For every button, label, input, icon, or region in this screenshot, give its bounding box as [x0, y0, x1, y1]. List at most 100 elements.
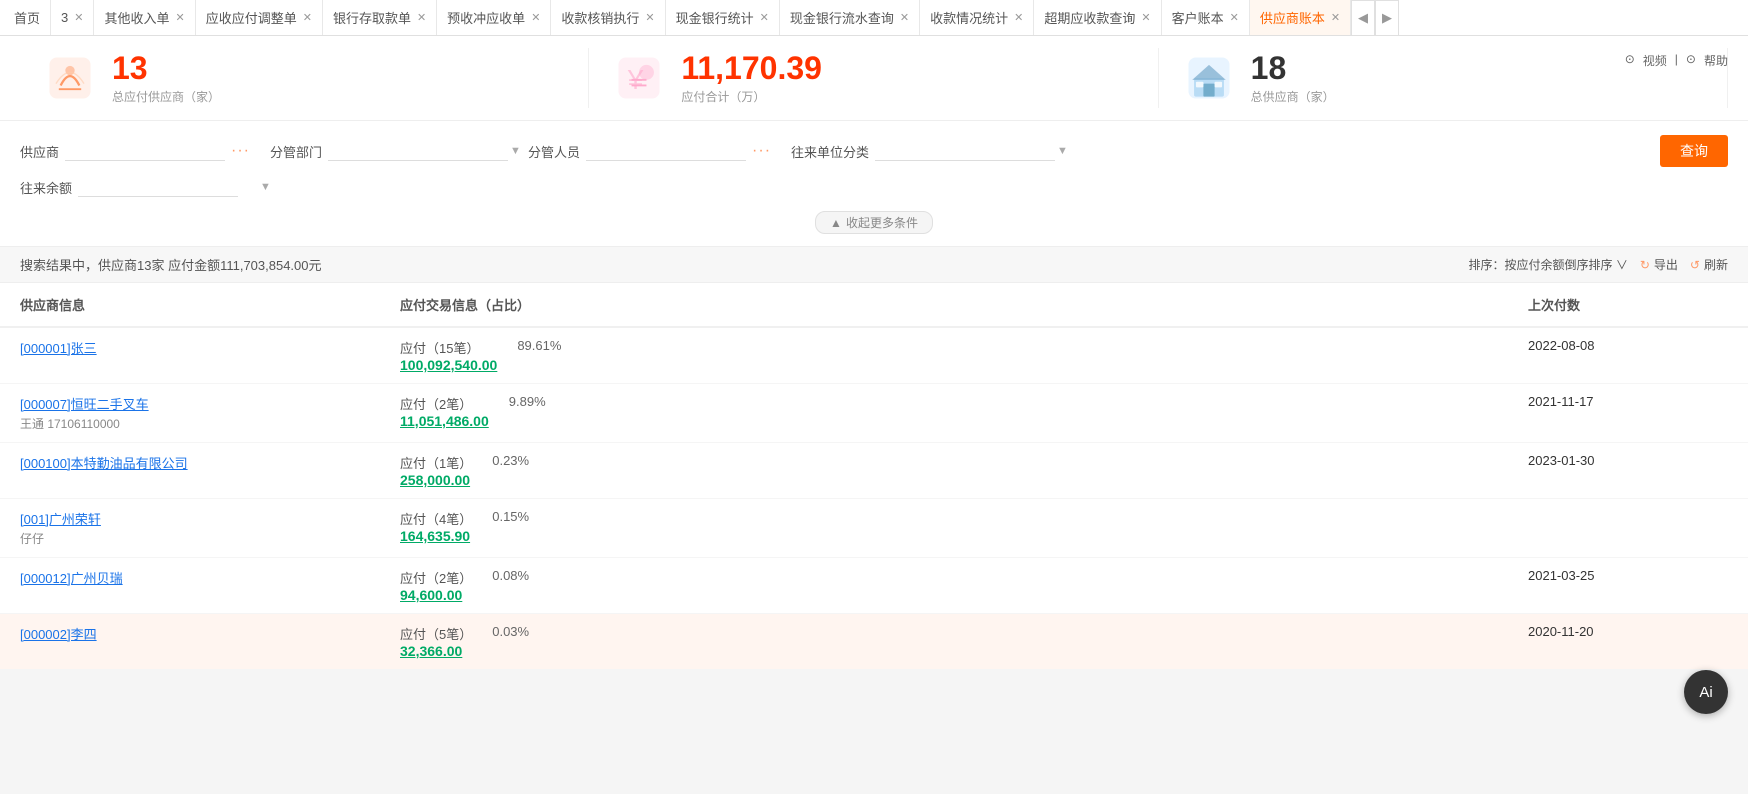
supplier-dots-btn[interactable]: ··· — [231, 142, 250, 160]
trans-type: 应付（5笔） — [400, 624, 472, 643]
nav-tab-cash-bank-query[interactable]: 现金银行流水查询 ✕ — [780, 0, 920, 36]
trans-type: 应付（15笔） — [400, 338, 497, 357]
category-dropdown-arrow: ▼ — [1057, 145, 1068, 157]
trans-percent: 0.23% — [492, 453, 529, 468]
data-table-container: 供应商信息 应付交易信息（占比） 上次付数 [000001]张三 应付（15笔）… — [0, 283, 1748, 670]
supplier-link[interactable]: [000007]恒旺二手叉车 — [20, 397, 149, 412]
supplier-link[interactable]: [001]广州荣轩 — [20, 512, 101, 527]
nav-tab-supplier-ledger[interactable]: 供应商账本 ✕ — [1250, 0, 1351, 36]
close-bank-deposit[interactable]: ✕ — [417, 11, 426, 24]
nav-tab-customer-ledger[interactable]: 客户账本 ✕ — [1162, 0, 1250, 36]
top-navigation: 首页 3 ✕ 其他收入单 ✕ 应收应付调整单 ✕ 银行存取款单 ✕ 预收冲应收单… — [0, 0, 1748, 36]
close-receipt-exec[interactable]: ✕ — [645, 11, 654, 24]
balance-select[interactable]: ▼ — [78, 177, 238, 197]
nav-tab-cash-bank-stat[interactable]: 现金银行统计 ✕ — [666, 0, 780, 36]
supplier-link[interactable]: [000001]张三 — [20, 341, 97, 356]
table-row: [000007]恒旺二手叉车 王通 17106110000 应付（2笔） 11,… — [0, 384, 1748, 443]
trans-amount[interactable]: 164,635.90 — [400, 528, 472, 544]
ai-button[interactable]: Ai — [1684, 670, 1728, 714]
trans-type: 应付（2笔） — [400, 394, 489, 413]
col-header-supplier: 供应商信息 — [20, 295, 400, 314]
collapse-bar: ▲ 收起更多条件 — [20, 207, 1728, 236]
supplier-info-cell: [001]广州荣轩 仔仔 — [20, 509, 400, 547]
payable-suppliers-label: 总应付供应商（家） — [112, 88, 220, 105]
supplier-contact: 王通 17106110000 — [20, 415, 400, 432]
dept-select[interactable]: ▼ — [328, 141, 508, 161]
collapse-button[interactable]: ▲ 收起更多条件 — [815, 211, 933, 234]
table-row: [000001]张三 应付（15笔） 100,092,540.00 89.61%… — [0, 328, 1748, 384]
close-cash-bank-query[interactable]: ✕ — [900, 11, 909, 24]
last-payment-date: 2022-08-08 — [1528, 338, 1595, 353]
last-payment-cell: 2022-08-08 — [1528, 338, 1728, 353]
video-link[interactable]: 视频 — [1643, 52, 1667, 69]
trans-type: 应付（2笔） — [400, 568, 472, 587]
filter-row-1: 供应商 ··· 分管部门 ▼ 分管人员 ··· 往来单位分类 ▼ 查询 — [20, 135, 1728, 167]
nav-tab-other-income[interactable]: 其他收入单 ✕ — [94, 0, 195, 36]
supplier-info-cell: [000001]张三 — [20, 338, 400, 357]
close-tab-3[interactable]: ✕ — [74, 11, 83, 24]
sort-arrow[interactable]: ∨ — [1616, 258, 1628, 272]
export-icon: ↻ — [1640, 258, 1650, 272]
nav-left-arrow[interactable]: ◀ — [1351, 0, 1375, 36]
close-cash-bank-stat[interactable]: ✕ — [760, 11, 769, 24]
close-ar-ap-adjust[interactable]: ✕ — [303, 11, 312, 24]
nav-tab-receipt-stat[interactable]: 收款情况统计 ✕ — [920, 0, 1034, 36]
category-select[interactable]: ▼ — [875, 141, 1055, 161]
supplier-link[interactable]: [000100]本特勤油品有限公司 — [20, 456, 188, 471]
dept-input[interactable] — [334, 143, 510, 158]
trans-amount[interactable]: 11,051,486.00 — [400, 413, 489, 429]
person-input[interactable] — [586, 141, 746, 161]
balance-input[interactable] — [84, 179, 260, 194]
supplier-info-cell: [000007]恒旺二手叉车 王通 17106110000 — [20, 394, 400, 432]
last-payment-cell: 2021-03-25 — [1528, 568, 1728, 583]
nav-right-arrow[interactable]: ▶ — [1375, 0, 1399, 36]
close-supplier-ledger[interactable]: ✕ — [1331, 11, 1340, 24]
supplier-payable-icon — [40, 48, 100, 108]
close-other-income[interactable]: ✕ — [175, 11, 184, 24]
circle-icon: ⊙ — [1625, 52, 1635, 69]
trans-amount[interactable]: 258,000.00 — [400, 472, 472, 488]
trans-amount[interactable]: 100,092,540.00 — [400, 357, 497, 373]
table-row: [000012]广州贝瑞 应付（2笔） 94,600.00 0.08% 2021… — [0, 558, 1748, 614]
export-button[interactable]: ↻ 导出 — [1640, 256, 1678, 273]
nav-tab-prepay-ar[interactable]: 预收冲应收单 ✕ — [437, 0, 551, 36]
person-label: 分管人员 — [528, 142, 580, 161]
last-payment-date: 2021-11-17 — [1528, 394, 1594, 409]
total-suppliers-label: 总供应商（家） — [1251, 88, 1335, 105]
nav-tab-receipt-exec[interactable]: 收款核销执行 ✕ — [551, 0, 665, 36]
supplier-input[interactable] — [65, 141, 225, 161]
table-header: 供应商信息 应付交易信息（占比） 上次付数 — [0, 283, 1748, 328]
category-input[interactable] — [881, 143, 1057, 158]
circle-icon2: ⊙ — [1686, 52, 1696, 69]
last-payment-date: 2021-03-25 — [1528, 568, 1595, 583]
top-right-links: ⊙ 视频 | ⊙ 帮助 — [1625, 52, 1728, 69]
nav-tab-overdue-ar[interactable]: 超期应收款查询 ✕ — [1034, 0, 1161, 36]
nav-tab-bank-deposit[interactable]: 银行存取款单 ✕ — [323, 0, 437, 36]
trans-percent: 0.15% — [492, 509, 529, 524]
close-receipt-stat[interactable]: ✕ — [1014, 11, 1023, 24]
stats-row: 13 总应付供应商（家） ¥ 11,170.39 应付合计（万） — [0, 36, 1748, 121]
sort-label: 排序：按应付余额倒序排序 ∨ — [1468, 256, 1627, 273]
trans-percent: 0.08% — [492, 568, 529, 583]
balance-dropdown-arrow: ▼ — [260, 181, 271, 193]
trans-amount[interactable]: 32,366.00 — [400, 643, 472, 659]
supplier-link[interactable]: [000012]广州贝瑞 — [20, 571, 123, 586]
help-link[interactable]: 帮助 — [1704, 52, 1728, 69]
nav-tab-3[interactable]: 3 ✕ — [51, 0, 94, 36]
close-prepay-ar[interactable]: ✕ — [531, 11, 540, 24]
trans-amount[interactable]: 94,600.00 — [400, 587, 472, 603]
query-button[interactable]: 查询 — [1660, 135, 1728, 167]
person-dots-btn[interactable]: ··· — [752, 142, 771, 160]
stat-payable-total: ¥ 11,170.39 应付合计（万） — [589, 48, 1158, 108]
close-customer-ledger[interactable]: ✕ — [1230, 11, 1239, 24]
payable-total-number: 11,170.39 — [681, 52, 822, 84]
refresh-button[interactable]: ↺ 刷新 — [1690, 256, 1728, 273]
store-icon — [1179, 48, 1239, 108]
supplier-link[interactable]: [000002]李四 — [20, 627, 97, 642]
nav-tab-home[interactable]: 首页 — [4, 0, 51, 36]
filter-row-2: 往来余额 ▼ — [20, 177, 1728, 197]
dept-label: 分管部门 — [270, 142, 322, 161]
close-overdue-ar[interactable]: ✕ — [1141, 11, 1150, 24]
data-table: 供应商信息 应付交易信息（占比） 上次付数 [000001]张三 应付（15笔）… — [0, 283, 1748, 670]
nav-tab-ar-ap-adjust[interactable]: 应收应付调整单 ✕ — [196, 0, 323, 36]
